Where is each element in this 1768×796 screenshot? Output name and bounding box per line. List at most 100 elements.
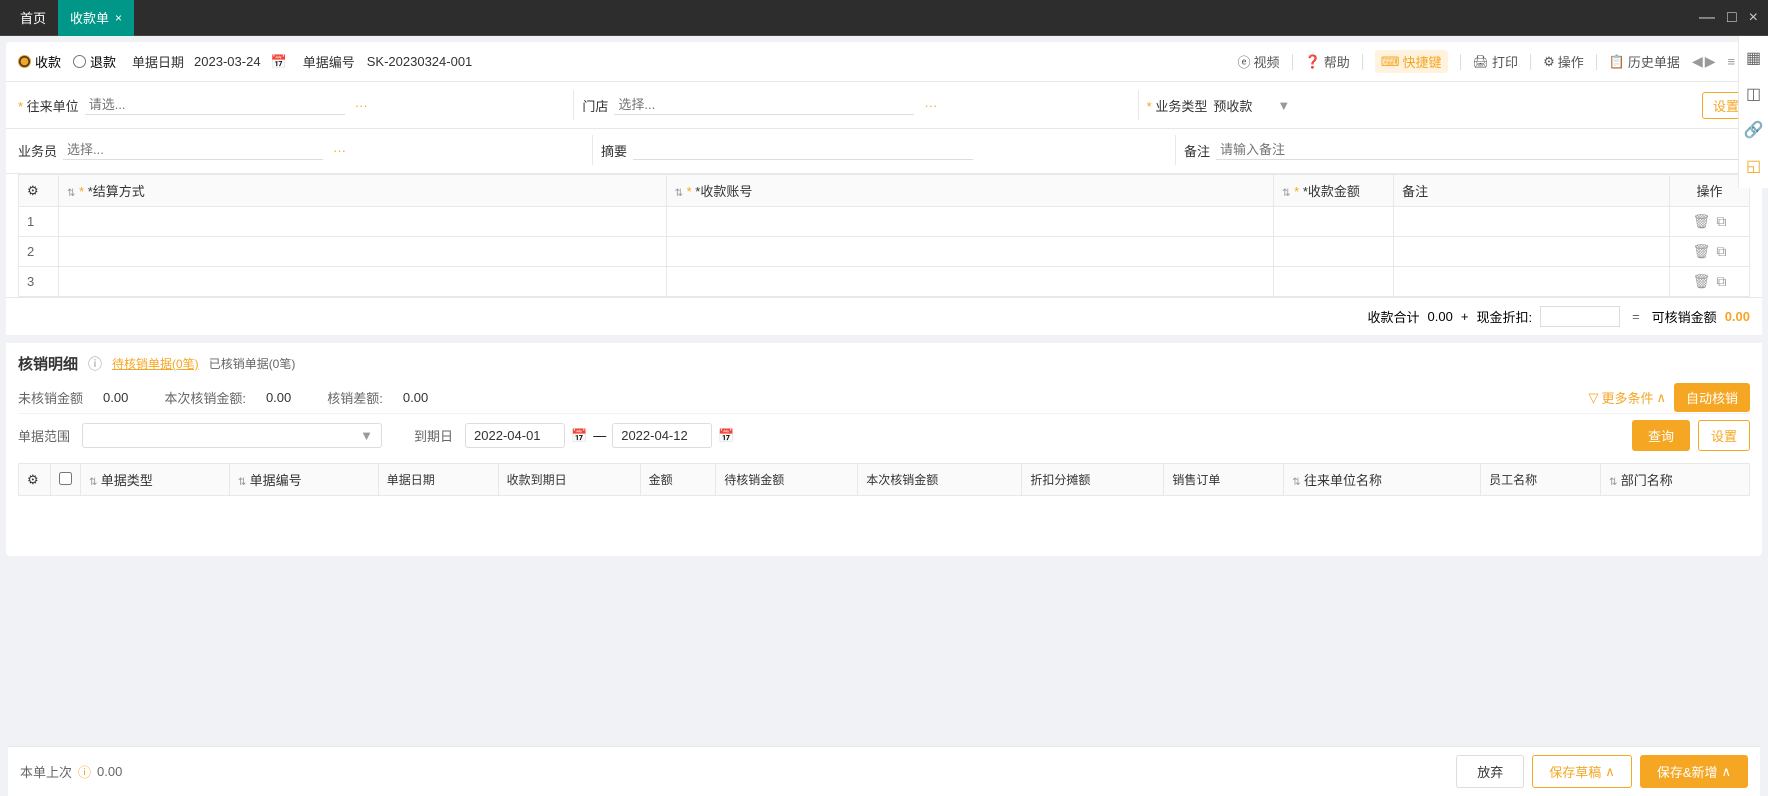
close-btn[interactable]: × bbox=[1747, 7, 1760, 29]
number-label: 单据编号 bbox=[303, 52, 355, 71]
amount-3[interactable] bbox=[1274, 267, 1394, 297]
filter-icon: ▽ bbox=[1588, 390, 1598, 406]
row-num-3: 3 bbox=[19, 267, 59, 297]
btcol-checkbox bbox=[51, 464, 81, 496]
nuclear-header: 核销明细 ⓘ 待核销单据(0笔) 已核销单据(0笔) bbox=[18, 353, 1750, 374]
start-cal-icon[interactable]: 📅 bbox=[571, 428, 587, 444]
notes-2[interactable] bbox=[1394, 237, 1670, 267]
store-input[interactable] bbox=[614, 95, 914, 115]
help-btn[interactable]: ❓ 帮助 bbox=[1305, 52, 1350, 71]
btcol-discount: 折扣分摊额 bbox=[1022, 464, 1164, 496]
divider5 bbox=[1596, 54, 1597, 70]
sidebar-icon-2[interactable]: ◫ bbox=[1742, 80, 1765, 108]
filter-settings-btn[interactable]: 设置 bbox=[1698, 420, 1750, 451]
tab-home[interactable]: 首页 bbox=[8, 0, 58, 36]
calendar-icon[interactable]: 📅 bbox=[271, 54, 287, 70]
discount-input[interactable] bbox=[1540, 306, 1620, 327]
toolbar-actions: ⓔ 视频 ❓ 帮助 ⌨ 快捷键 🖨 打印 ⚙ 操作 bbox=[1238, 50, 1750, 73]
more-conditions-btn[interactable]: ▽ 更多条件 ∧ bbox=[1588, 388, 1666, 407]
sep2 bbox=[1138, 90, 1139, 120]
nuclear-right: ▽ 更多条件 ∧ 自动核销 bbox=[1588, 383, 1750, 412]
business-type-label: 业务类型 bbox=[1147, 96, 1208, 115]
abandon-btn[interactable]: 放弃 bbox=[1456, 755, 1524, 788]
counterpart-input[interactable] bbox=[85, 95, 345, 115]
col-settings: ⚙ bbox=[19, 175, 59, 207]
shortcut-btn[interactable]: ⌨ 快捷键 bbox=[1375, 50, 1448, 73]
table-row: 3 🗑 ⧉ bbox=[19, 267, 1750, 297]
dash-separator: — bbox=[593, 428, 606, 443]
settlement-header: *结算方式 bbox=[79, 184, 145, 199]
window-controls: — □ × bbox=[1697, 7, 1760, 29]
start-date-input[interactable] bbox=[465, 423, 565, 448]
sort-icon-amount: ⇅ bbox=[1282, 188, 1290, 199]
account-3[interactable] bbox=[666, 267, 1274, 297]
refund-radio[interactable]: 退款 bbox=[73, 52, 116, 71]
help-icon: ❓ bbox=[1305, 54, 1321, 70]
delete-btn-3[interactable]: 🗑 bbox=[1693, 273, 1711, 290]
copy-btn-2[interactable]: ⧉ bbox=[1716, 243, 1726, 260]
print-btn[interactable]: 🖨 打印 bbox=[1473, 52, 1519, 71]
copy-btn-3[interactable]: ⧉ bbox=[1716, 273, 1726, 290]
notes-3[interactable] bbox=[1394, 267, 1670, 297]
select-all-checkbox[interactable] bbox=[59, 472, 72, 485]
nav-arrows: ◀ ▶ bbox=[1692, 53, 1716, 70]
settlement-3[interactable] bbox=[59, 267, 667, 297]
nuclear-info-icon[interactable]: ⓘ bbox=[88, 354, 102, 374]
minimize-btn[interactable]: — bbox=[1697, 7, 1717, 29]
list-view-icon[interactable]: ≡ bbox=[1728, 54, 1736, 70]
next-arrow[interactable]: ▶ bbox=[1705, 53, 1716, 70]
settlement-2[interactable] bbox=[59, 237, 667, 267]
save-draft-arrow[interactable]: ∧ bbox=[1605, 764, 1615, 780]
receipt-radio[interactable]: 收款 bbox=[18, 52, 61, 71]
sidebar-icon-4[interactable]: ◱ bbox=[1742, 152, 1765, 180]
video-btn[interactable]: ⓔ 视频 bbox=[1238, 52, 1280, 71]
amount-1[interactable] bbox=[1274, 207, 1394, 237]
sidebar-icon-3[interactable]: 🔗 bbox=[1740, 116, 1768, 144]
tab-close-icon[interactable]: × bbox=[115, 11, 122, 25]
sales-rep-more-icon[interactable]: ··· bbox=[329, 143, 350, 158]
business-type-arrow[interactable]: ▼ bbox=[1277, 98, 1290, 113]
table-settings-icon[interactable]: ⚙ bbox=[27, 183, 39, 198]
operation-btn[interactable]: ⚙ 操作 bbox=[1543, 52, 1584, 71]
amount-2[interactable] bbox=[1274, 237, 1394, 267]
account-1[interactable] bbox=[666, 207, 1274, 237]
end-date-input[interactable] bbox=[612, 423, 712, 448]
tab-receipt[interactable]: 收款单 × bbox=[58, 0, 134, 36]
auto-nuclear-btn[interactable]: 自动核销 bbox=[1674, 383, 1750, 412]
end-cal-icon[interactable]: 📅 bbox=[718, 428, 734, 444]
range-dropdown-icon: ▼ bbox=[360, 428, 373, 443]
save-draft-btn[interactable]: 保存草稿 ∧ bbox=[1532, 755, 1632, 788]
range-select[interactable]: ▼ bbox=[82, 423, 382, 448]
filter-buttons: 查询 设置 bbox=[1632, 420, 1750, 451]
bt-settings-icon[interactable]: ⚙ bbox=[27, 472, 39, 487]
save-new-btn[interactable]: 保存&新增 ∧ bbox=[1640, 755, 1748, 788]
stat-info-icon[interactable]: ⓘ bbox=[78, 762, 91, 781]
notes-input[interactable] bbox=[1216, 140, 1750, 160]
right-sidebar: ▦ ◫ 🔗 ◱ bbox=[1738, 36, 1768, 188]
summary-row: 收款合计 0.00 + 现金折扣: = 可核销金额 0.00 bbox=[6, 297, 1762, 335]
account-2[interactable] bbox=[666, 237, 1274, 267]
settlement-1[interactable] bbox=[59, 207, 667, 237]
store-more-icon[interactable]: ··· bbox=[920, 98, 941, 113]
maximize-btn[interactable]: □ bbox=[1725, 7, 1739, 29]
notes-field: 备注 bbox=[1184, 136, 1750, 164]
save-new-arrow[interactable]: ∧ bbox=[1721, 764, 1731, 780]
done-tab[interactable]: 已核销单据(0笔) bbox=[209, 355, 296, 372]
account-header: *收款账号 bbox=[687, 184, 753, 199]
sidebar-icon-1[interactable]: ▦ bbox=[1742, 44, 1765, 72]
date-value: 2023-03-24 bbox=[194, 54, 261, 69]
notes-1[interactable] bbox=[1394, 207, 1670, 237]
summary-input[interactable] bbox=[633, 140, 973, 160]
history-btn[interactable]: 📋 历史单据 bbox=[1609, 52, 1680, 71]
query-btn[interactable]: 查询 bbox=[1632, 420, 1690, 451]
delete-btn-1[interactable]: 🗑 bbox=[1693, 213, 1711, 230]
delete-btn-2[interactable]: 🗑 bbox=[1693, 243, 1711, 260]
due-date-label: 到期日 bbox=[414, 426, 453, 445]
business-type-field: 业务类型 预收款 ▼ bbox=[1147, 92, 1694, 119]
notes-header: 备注 bbox=[1402, 184, 1428, 199]
counterpart-more-icon[interactable]: ··· bbox=[351, 98, 372, 113]
prev-arrow[interactable]: ◀ bbox=[1692, 53, 1703, 70]
pending-tab[interactable]: 待核销单据(0笔) bbox=[112, 355, 199, 372]
sales-rep-input[interactable] bbox=[63, 140, 323, 160]
copy-btn-1[interactable]: ⧉ bbox=[1716, 213, 1726, 230]
